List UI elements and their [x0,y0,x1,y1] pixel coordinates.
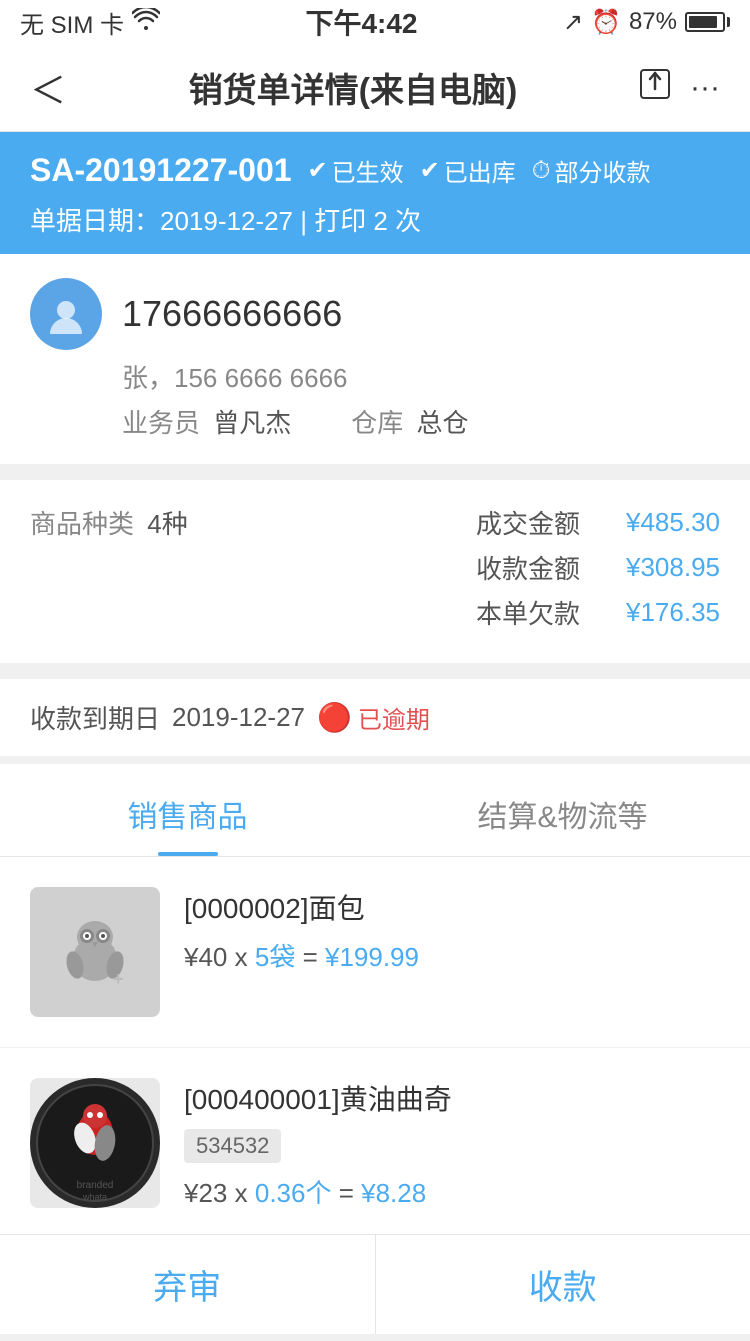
share-button[interactable] [640,69,670,107]
tab-settlement[interactable]: 结算&物流等 [375,764,750,856]
due-date-section: 收款到期日 2019-12-27 🔴 已逾期 [0,679,750,764]
deal-amount-value: ¥485.30 [600,507,720,538]
back-button[interactable]: ＜ [30,62,66,114]
page-title: 销货单详情(来自电脑) [189,63,518,112]
financial-stats: 成交金额 ¥485.30 收款金额 ¥308.95 本单欠款 ¥176.35 [476,504,720,639]
clock-icon: ⏱ [532,157,551,185]
wifi-icon [132,8,160,37]
svg-text:+: + [113,969,124,987]
product-tag-2: 534532 [184,1129,281,1163]
customer-name: 张，156 6666 6666 [122,358,720,395]
product-thumb-1: + [30,887,160,1017]
order-id: SA-20191227-001 [30,152,292,189]
payment-value: ¥308.95 [600,552,720,583]
debt-value: ¥176.35 [600,597,720,628]
customer-phone: 17666666666 [122,293,342,335]
alarm-icon: ⏰ [591,8,621,37]
due-date-value: 2019-12-27 [172,702,305,733]
check-icon-2: ✔ [420,156,440,185]
customer-meta: 业务员 曾凡杰 仓库 总仓 [122,403,720,440]
confirm-button[interactable]: 收款 [376,1235,750,1334]
location-icon: ↗ [563,8,583,37]
stats-section: 商品种类 4种 成交金额 ¥485.30 收款金额 ¥308.95 本单欠款 ¥… [0,480,750,663]
sales-person: 业务员 曾凡杰 [122,403,291,440]
due-date-label: 收款到期日 [30,699,160,736]
svg-text:whata: whata [82,1192,107,1202]
deal-amount-label: 成交金额 [476,504,580,541]
svg-text:branded: branded [77,1180,114,1191]
product-info-2: [000400001]黄油曲奇 534532 ¥23 x 0.36个 = ¥8.… [184,1078,720,1210]
order-header: SA-20191227-001 ✔ 已生效 ✔ 已出库 ⏱ 部分收款 单据日期：… [0,132,750,254]
nav-actions: ··· [640,69,720,107]
cancel-button[interactable]: 弃审 [0,1235,376,1334]
product-item-1: + [0000002]面包 ¥40 x 5袋 = ¥199.99 [0,857,750,1048]
carrier-label: 无 SIM 卡 [20,5,124,40]
status-bar: 无 SIM 卡 下午4:42 ↗ ⏰ 87% [0,0,750,44]
product-item-2: branded whata [000400001]黄油曲奇 534532 ¥23… [0,1048,750,1241]
status-badge-shipped: ✔ 已出库 [420,153,516,188]
battery-indicator [685,12,730,32]
overdue-badge: 🔴 已逾期 [317,700,430,735]
product-name-1: [0000002]面包 [184,887,720,927]
status-time: 下午4:42 [305,2,417,42]
product-list: + [0000002]面包 ¥40 x 5袋 = ¥199.99 [0,857,750,1241]
debt-label: 本单欠款 [476,594,580,631]
payment-label: 收款金额 [476,549,580,586]
nav-bar: ＜ 销货单详情(来自电脑) ··· [0,44,750,132]
product-name-2: [000400001]黄油曲奇 [184,1078,720,1118]
avatar [30,278,102,350]
check-icon-1: ✔ [308,156,328,185]
warehouse: 仓库 总仓 [351,403,468,440]
order-date: 单据日期：2019-12-27 | 打印 2 次 [30,201,720,238]
product-types: 商品种类 4种 [30,504,188,541]
more-button[interactable]: ··· [690,71,720,105]
status-badge-effective: ✔ 已生效 [308,153,404,188]
overdue-icon: 🔴 [317,701,352,734]
status-badge-partial: ⏱ 部分收款 [532,153,651,188]
product-price-1: ¥40 x 5袋 = ¥199.99 [184,937,720,974]
product-info-1: [0000002]面包 ¥40 x 5袋 = ¥199.99 [184,887,720,974]
tab-sales-products[interactable]: 销售商品 [0,764,375,856]
product-thumb-2: branded whata [30,1078,160,1208]
bottom-bar: 弃审 收款 [0,1234,750,1334]
product-price-2: ¥23 x 0.36个 = ¥8.28 [184,1173,720,1210]
status-right: ↗ ⏰ 87% [563,8,730,37]
tabs-section: 销售商品 结算&物流等 [0,764,750,857]
battery-label: 87% [629,8,677,36]
status-left: 无 SIM 卡 [20,5,160,40]
customer-section: 17666666666 张，156 6666 6666 业务员 曾凡杰 仓库 总… [0,254,750,464]
